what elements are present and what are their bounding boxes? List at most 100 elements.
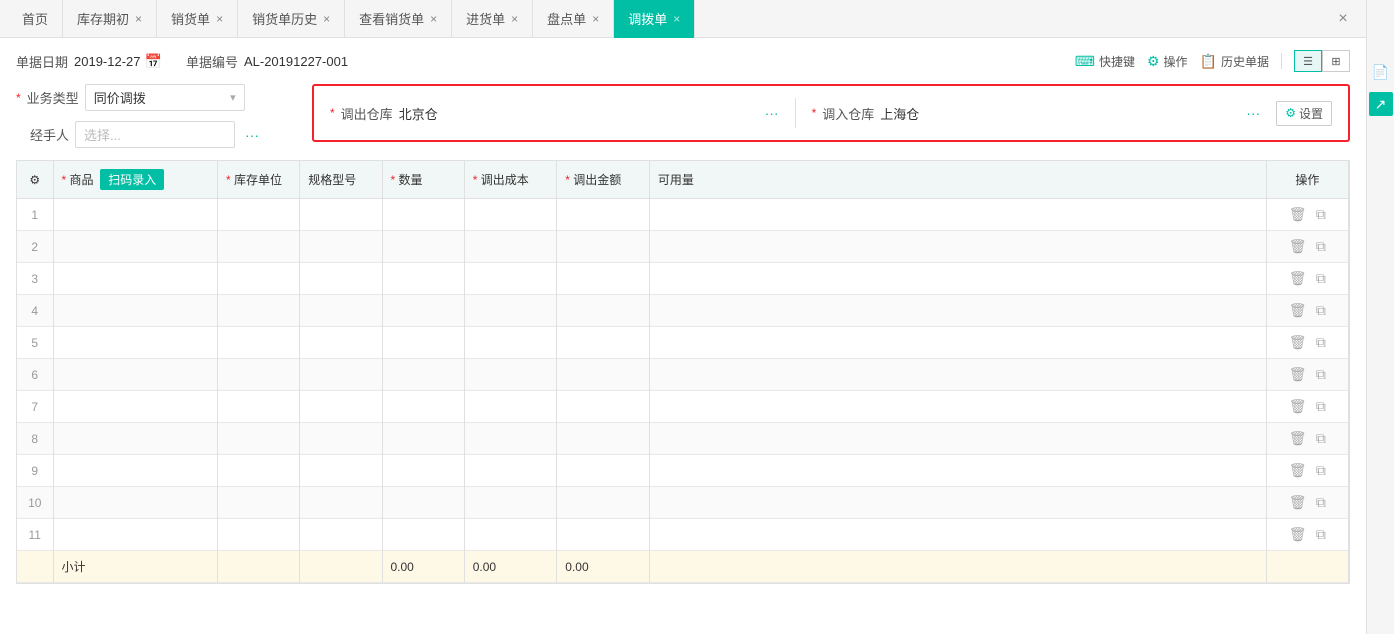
amount-cell-7[interactable] [557, 391, 650, 423]
handler-select[interactable]: 选择... [75, 121, 235, 148]
product-cell-5[interactable] [53, 327, 218, 359]
qty-cell-4[interactable] [382, 295, 464, 327]
spec-cell-9[interactable] [300, 455, 382, 487]
spec-cell-1[interactable] [300, 199, 382, 231]
unit-cell-7[interactable] [218, 391, 300, 423]
scan-barcode-btn[interactable]: 扫码录入 [100, 169, 164, 190]
qty-cell-3[interactable] [382, 263, 464, 295]
product-cell-9[interactable] [53, 455, 218, 487]
spec-cell-8[interactable] [300, 423, 382, 455]
copy-row-8-icon[interactable]: ⧉ [1316, 430, 1326, 446]
tab-sales-history[interactable]: 销货单历史 × [238, 0, 345, 38]
copy-row-10-icon[interactable]: ⧉ [1316, 494, 1326, 510]
amount-cell-1[interactable] [557, 199, 650, 231]
tab-purchase[interactable]: 进货单 × [452, 0, 533, 38]
copy-row-6-icon[interactable]: ⧉ [1316, 366, 1326, 382]
available-cell-11[interactable] [649, 519, 1266, 551]
spec-cell-4[interactable] [300, 295, 382, 327]
amount-cell-11[interactable] [557, 519, 650, 551]
copy-row-3-icon[interactable]: ⧉ [1316, 270, 1326, 286]
tab-sales-order[interactable]: 销货单 × [157, 0, 238, 38]
product-cell-2[interactable] [53, 231, 218, 263]
cost-cell-2[interactable] [464, 231, 557, 263]
close-tab-inventory-init[interactable]: × [135, 12, 142, 26]
product-cell-1[interactable] [53, 199, 218, 231]
unit-cell-3[interactable] [218, 263, 300, 295]
cost-cell-5[interactable] [464, 327, 557, 359]
copy-row-11-icon[interactable]: ⧉ [1316, 526, 1326, 542]
qty-cell-8[interactable] [382, 423, 464, 455]
copy-row-1-icon[interactable]: ⧉ [1316, 206, 1326, 222]
copy-row-2-icon[interactable]: ⧉ [1316, 238, 1326, 254]
delete-row-2-icon[interactable]: 🗑 [1289, 238, 1307, 254]
qty-cell-11[interactable] [382, 519, 464, 551]
available-cell-3[interactable] [649, 263, 1266, 295]
copy-row-9-icon[interactable]: ⧉ [1316, 462, 1326, 478]
tab-stocktake[interactable]: 盘点单 × [533, 0, 614, 38]
qty-cell-9[interactable] [382, 455, 464, 487]
unit-cell-10[interactable] [218, 487, 300, 519]
spec-cell-6[interactable] [300, 359, 382, 391]
spec-cell-3[interactable] [300, 263, 382, 295]
spec-cell-5[interactable] [300, 327, 382, 359]
available-cell-7[interactable] [649, 391, 1266, 423]
product-cell-11[interactable] [53, 519, 218, 551]
unit-cell-4[interactable] [218, 295, 300, 327]
copy-row-5-icon[interactable]: ⧉ [1316, 334, 1326, 350]
cost-cell-3[interactable] [464, 263, 557, 295]
amount-cell-3[interactable] [557, 263, 650, 295]
delete-row-11-icon[interactable]: 🗑 [1289, 526, 1307, 542]
product-cell-8[interactable] [53, 423, 218, 455]
delete-row-5-icon[interactable]: 🗑 [1289, 334, 1307, 350]
tab-home[interactable]: 首页 [8, 0, 63, 38]
tab-inventory-init[interactable]: 库存期初 × [63, 0, 157, 38]
spec-cell-11[interactable] [300, 519, 382, 551]
available-cell-9[interactable] [649, 455, 1266, 487]
wh-settings-btn[interactable]: ⚙ 设置 [1276, 101, 1332, 126]
cost-cell-11[interactable] [464, 519, 557, 551]
available-cell-1[interactable] [649, 199, 1266, 231]
close-tab-stocktake[interactable]: × [592, 12, 599, 26]
unit-cell-5[interactable] [218, 327, 300, 359]
layout-list-btn[interactable]: ☰ [1294, 50, 1322, 72]
spec-cell-2[interactable] [300, 231, 382, 263]
qty-cell-10[interactable] [382, 487, 464, 519]
product-cell-4[interactable] [53, 295, 218, 327]
delete-row-7-icon[interactable]: 🗑 [1289, 398, 1307, 414]
warehouse-out-more-btn[interactable]: ··· [765, 105, 779, 121]
cost-cell-6[interactable] [464, 359, 557, 391]
qty-cell-6[interactable] [382, 359, 464, 391]
operation-btn[interactable]: ⚙ 操作 [1147, 53, 1188, 70]
spec-cell-7[interactable] [300, 391, 382, 423]
close-tab-purchase[interactable]: × [511, 12, 518, 26]
available-cell-2[interactable] [649, 231, 1266, 263]
product-cell-3[interactable] [53, 263, 218, 295]
col-gear[interactable]: ⚙ [17, 161, 53, 199]
cost-cell-4[interactable] [464, 295, 557, 327]
product-cell-7[interactable] [53, 391, 218, 423]
handler-more-btn[interactable]: ··· [245, 127, 259, 143]
cost-cell-1[interactable] [464, 199, 557, 231]
close-tab-sales-order[interactable]: × [216, 12, 223, 26]
delete-row-10-icon[interactable]: 🗑 [1289, 494, 1307, 510]
amount-cell-5[interactable] [557, 327, 650, 359]
copy-row-7-icon[interactable]: ⧉ [1316, 398, 1326, 414]
close-all-tabs[interactable]: × [1328, 4, 1358, 34]
delete-row-4-icon[interactable]: 🗑 [1289, 302, 1307, 318]
close-tab-sales-history[interactable]: × [323, 12, 330, 26]
available-cell-5[interactable] [649, 327, 1266, 359]
unit-cell-1[interactable] [218, 199, 300, 231]
close-tab-transfer[interactable]: × [673, 12, 680, 26]
sidebar-doc-icon[interactable]: 📄 [1369, 60, 1393, 84]
tab-transfer[interactable]: 调拨单 × [614, 0, 695, 38]
qty-cell-5[interactable] [382, 327, 464, 359]
copy-row-4-icon[interactable]: ⧉ [1316, 302, 1326, 318]
cost-cell-7[interactable] [464, 391, 557, 423]
history-btn[interactable]: 📋 历史单据 [1200, 53, 1269, 70]
unit-cell-11[interactable] [218, 519, 300, 551]
amount-cell-6[interactable] [557, 359, 650, 391]
unit-cell-9[interactable] [218, 455, 300, 487]
unit-cell-8[interactable] [218, 423, 300, 455]
business-type-select[interactable]: 同价调拨 ▾ [85, 84, 245, 111]
amount-cell-9[interactable] [557, 455, 650, 487]
